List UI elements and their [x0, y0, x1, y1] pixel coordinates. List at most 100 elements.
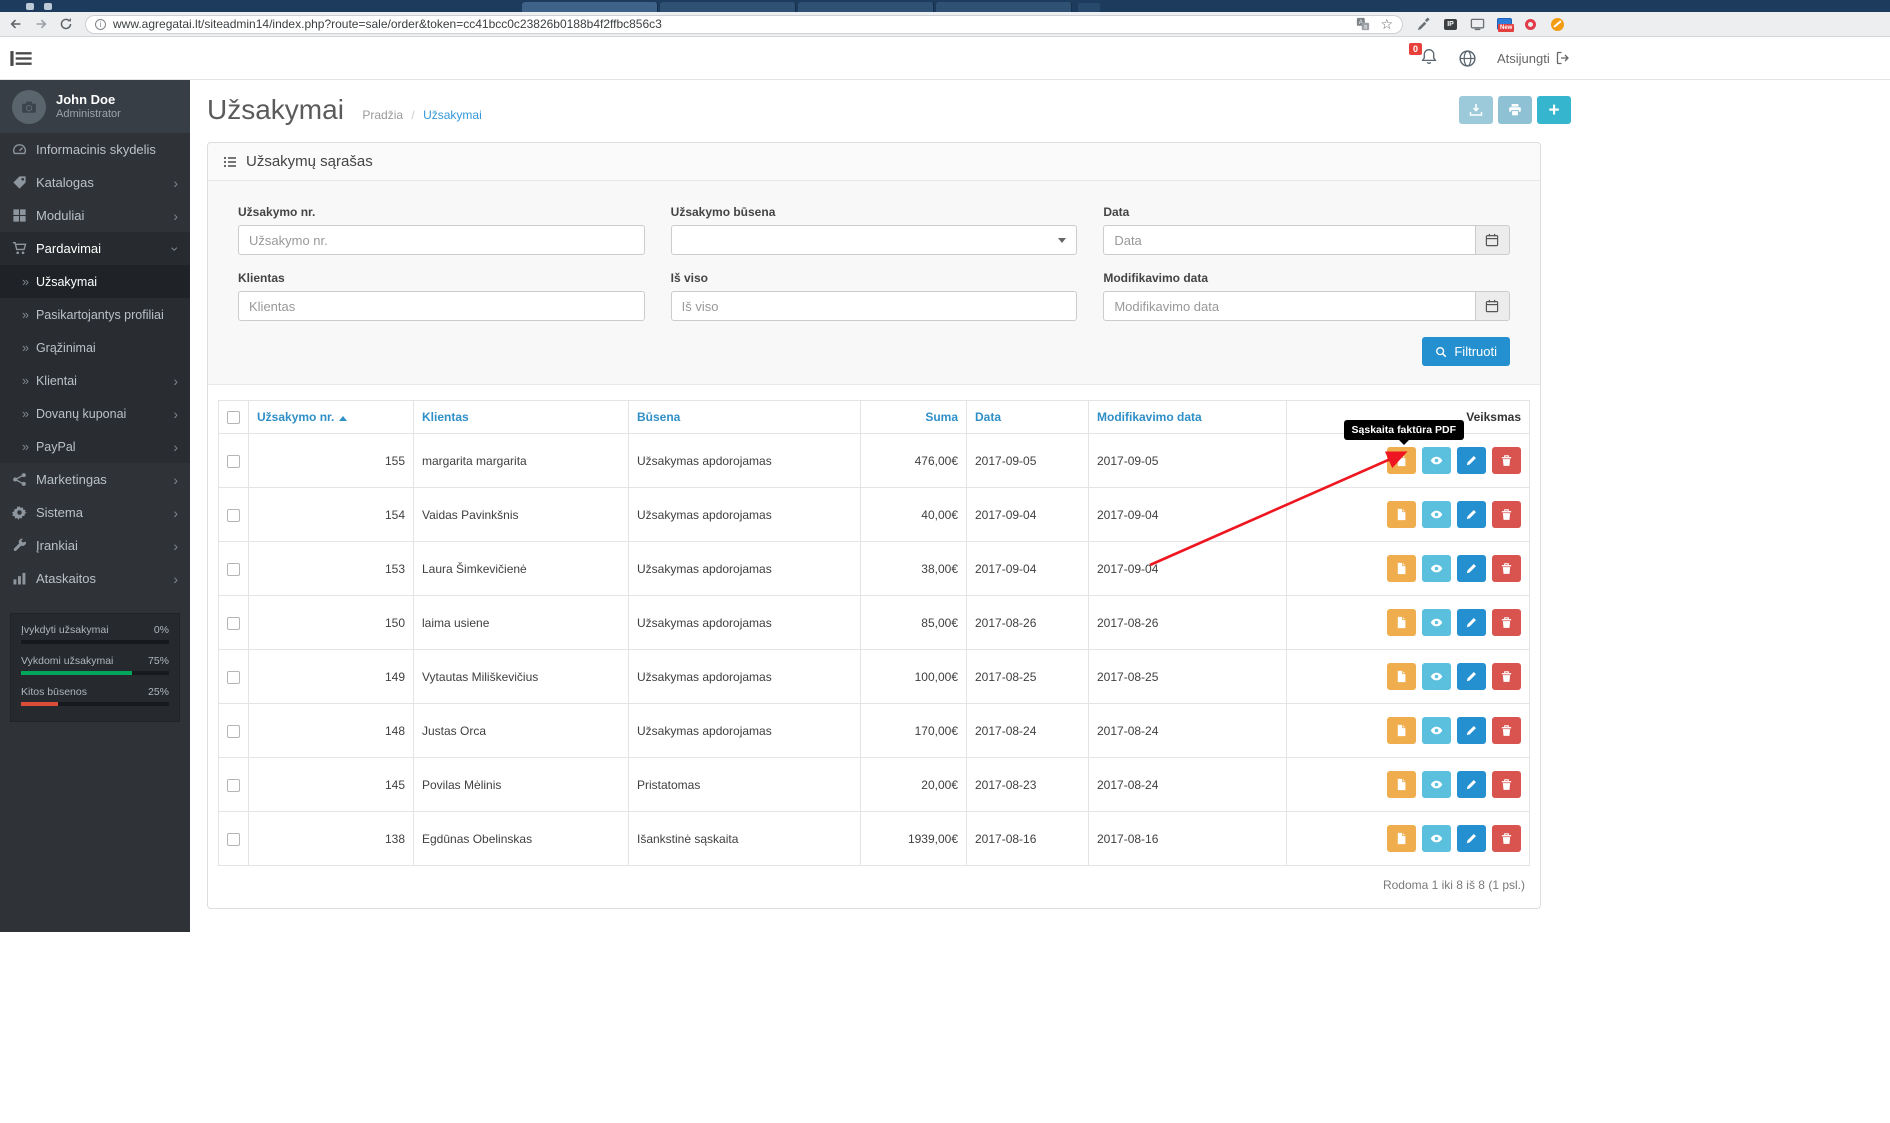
delete-button[interactable] [1492, 501, 1521, 529]
browser-tab[interactable] [936, 2, 1072, 12]
view-button[interactable] [1422, 501, 1451, 529]
edit-button[interactable] [1457, 609, 1486, 637]
url-bar[interactable]: i www.agregatai.lt/siteadmin14/index.php… [85, 14, 1403, 34]
view-button[interactable] [1422, 717, 1451, 745]
column-sort-link[interactable]: Klientas [422, 410, 469, 424]
bookmark-star-icon[interactable]: ☆ [1380, 17, 1393, 31]
logout-button[interactable]: Atsijungti [1497, 51, 1570, 66]
delete-button[interactable] [1492, 555, 1521, 583]
edit-button[interactable] [1457, 717, 1486, 745]
invoice-pdf-button[interactable] [1387, 717, 1416, 745]
row-checkbox[interactable] [227, 616, 240, 630]
sidebar-item-klientai[interactable]: » Klientai › [0, 364, 190, 397]
refresh-button[interactable] [57, 15, 75, 33]
invoice-pdf-button[interactable] [1387, 609, 1416, 637]
forward-button[interactable] [32, 15, 50, 33]
delete-button[interactable] [1492, 771, 1521, 799]
column-sort-link[interactable]: Modifikavimo data [1097, 410, 1202, 424]
delete-button[interactable] [1492, 663, 1521, 691]
invoice-pdf-button[interactable] [1387, 501, 1416, 529]
screenshot-extension-icon[interactable] [1469, 16, 1486, 33]
view-button[interactable] [1422, 609, 1451, 637]
date-picker-button[interactable] [1475, 291, 1510, 321]
edit-button[interactable] [1457, 825, 1486, 853]
view-button[interactable] [1422, 555, 1451, 583]
print-shipping-button[interactable] [1498, 96, 1532, 124]
invoice-pdf-button[interactable] [1387, 771, 1416, 799]
browser-tab[interactable] [522, 2, 658, 12]
orange-extension-icon[interactable] [1549, 16, 1566, 33]
filter-button[interactable]: Filtruoti [1422, 337, 1510, 366]
breadcrumb-current[interactable]: Užsakymai [423, 108, 482, 122]
edit-button[interactable] [1457, 501, 1486, 529]
browser-icon[interactable] [26, 3, 34, 10]
modifikavimo-data-input[interactable] [1103, 291, 1476, 321]
sidebar-item-informacinis-skydelis[interactable]: Informacinis skydelis [0, 133, 190, 166]
newtab-extension-icon[interactable]: New [1496, 17, 1515, 32]
sidebar-item-sistema[interactable]: Sistema › [0, 496, 190, 529]
invoice-pdf-button[interactable] [1387, 447, 1416, 475]
column-sort-link[interactable]: Užsakymo nr. [257, 410, 334, 424]
back-button[interactable] [7, 15, 25, 33]
print-invoice-button[interactable] [1459, 96, 1493, 124]
column-sort-link[interactable]: Data [975, 410, 1001, 424]
browser-icon[interactable] [44, 3, 52, 10]
browser-tab[interactable] [798, 2, 934, 12]
view-button[interactable] [1422, 771, 1451, 799]
sidebar-item-katalogas[interactable]: Katalogas › [0, 166, 190, 199]
notifications-button[interactable]: 0 [1409, 43, 1438, 68]
column-sort-link[interactable]: Būsena [637, 410, 680, 424]
invoice-pdf-button[interactable] [1387, 663, 1416, 691]
sidebar-item-uzsakymai[interactable]: » Užsakymai [0, 265, 190, 298]
edit-button[interactable] [1457, 447, 1486, 475]
row-checkbox[interactable] [227, 508, 240, 522]
date-picker-button[interactable] [1475, 225, 1510, 255]
invoice-pdf-button[interactable] [1387, 825, 1416, 853]
row-checkbox[interactable] [227, 724, 240, 738]
edit-button[interactable] [1457, 771, 1486, 799]
row-checkbox[interactable] [227, 832, 240, 846]
browser-tab[interactable] [660, 2, 796, 12]
sidebar-item-irankiai[interactable]: Įrankiai › [0, 529, 190, 562]
ip-extension-icon[interactable]: IP [1442, 16, 1459, 33]
edit-button[interactable] [1457, 663, 1486, 691]
row-checkbox[interactable] [227, 778, 240, 792]
sidebar-item-moduliai[interactable]: Moduliai › [0, 199, 190, 232]
row-checkbox[interactable] [227, 562, 240, 576]
sidebar-item-ataskaitos[interactable]: Ataskaitos › [0, 562, 190, 595]
language-button[interactable] [1458, 49, 1477, 68]
sidebar-item-paypal[interactable]: » PayPal › [0, 430, 190, 463]
klientas-input[interactable] [238, 291, 645, 321]
breadcrumb-home[interactable]: Pradžia [362, 108, 403, 122]
profile[interactable]: John Doe Administrator [0, 80, 190, 133]
delete-button[interactable] [1492, 447, 1521, 475]
view-button[interactable] [1422, 825, 1451, 853]
view-button[interactable] [1422, 447, 1451, 475]
delete-button[interactable] [1492, 825, 1521, 853]
eyedropper-extension-icon[interactable] [1415, 16, 1432, 33]
is-viso-input[interactable] [670, 291, 1078, 321]
data-input[interactable] [1103, 225, 1476, 255]
uzsakymo-busena-select[interactable] [670, 225, 1078, 255]
sidebar-item-pasikartojantys-profiliai[interactable]: » Pasikartojantys profiliai [0, 298, 190, 331]
sidebar-toggle-button[interactable] [10, 50, 32, 67]
sidebar-item-grazinimai[interactable]: » Grąžinimai [0, 331, 190, 364]
select-all-checkbox[interactable] [227, 411, 240, 425]
add-order-button[interactable]: + [1537, 96, 1571, 124]
sidebar-item-pardavimai[interactable]: Pardavimai › [0, 232, 190, 265]
delete-button[interactable] [1492, 717, 1521, 745]
edit-button[interactable] [1457, 555, 1486, 583]
view-button[interactable] [1422, 663, 1451, 691]
column-sort-link[interactable]: Suma [925, 410, 958, 424]
invoice-pdf-button[interactable] [1387, 555, 1416, 583]
page-info-icon[interactable]: i [95, 18, 106, 30]
row-checkbox[interactable] [227, 454, 240, 468]
new-tab-button[interactable] [1078, 3, 1100, 12]
sidebar-item-dovanu-kuponai[interactable]: » Dovanų kuponai › [0, 397, 190, 430]
row-checkbox[interactable] [227, 670, 240, 684]
uzsakymo-nr-input[interactable] [238, 225, 645, 255]
sidebar-item-marketingas[interactable]: Marketingas › [0, 463, 190, 496]
delete-button[interactable] [1492, 609, 1521, 637]
translate-icon[interactable]: Aa [1356, 17, 1370, 31]
ring-extension-ic[interactable] [1522, 16, 1539, 33]
